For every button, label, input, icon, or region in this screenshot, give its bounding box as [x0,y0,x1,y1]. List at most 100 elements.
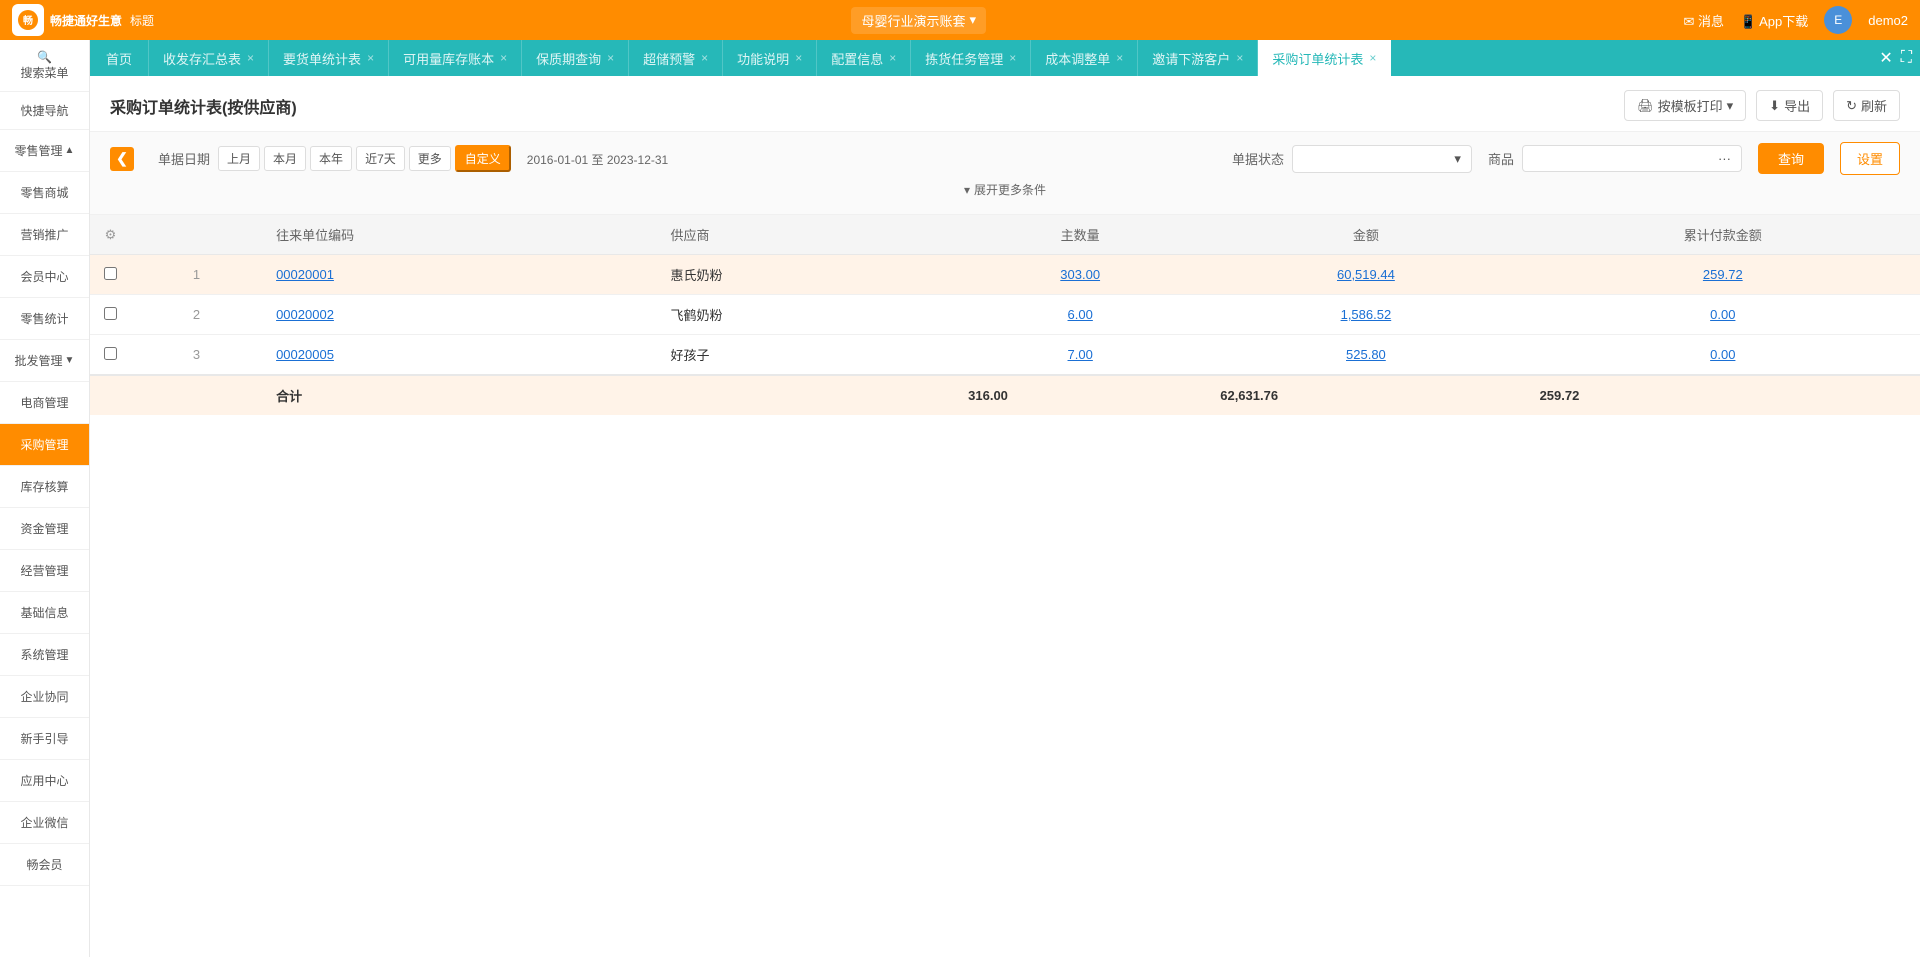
row-code-0[interactable]: 00020001 [262,255,656,295]
row-checkbox-1[interactable] [90,295,131,335]
username[interactable]: demo2 [1868,13,1908,28]
col-paid: 累计付款金额 [1526,215,1920,255]
query-button[interactable]: 查询 [1758,143,1824,174]
row-qty-1[interactable]: 6.00 [954,295,1206,335]
tab-yaohuo-close[interactable]: × [367,51,374,65]
download-icon: 📱 [1740,14,1756,29]
sidebar-item-enterprise-collab[interactable]: 企业协同 [0,676,89,718]
date-btn-more[interactable]: 更多 [409,146,451,171]
sidebar-item-member-center[interactable]: 会员中心 [0,256,89,298]
sidebar-purchase-mgmt-label: 采购管理 [20,438,68,452]
filter-settings-button[interactable]: 设置 [1840,142,1900,175]
app-download-link[interactable]: 📱 App下载 [1740,11,1808,30]
tab-chengben[interactable]: 成本调整单 × [1031,40,1138,76]
filter-area: ❮ 单据日期 上月 本月 本年 近7天 更多 自定义 [90,132,1920,215]
col-settings[interactable]: ⚙ [90,215,131,255]
col-supplier: 供应商 [656,215,954,255]
sidebar-item-wholesale-mgmt[interactable]: 批发管理 ▼ [0,340,89,382]
tab-peizhi[interactable]: 配置信息 × [817,40,911,76]
status-select[interactable]: ▾ [1292,145,1472,173]
sidebar-item-ops-mgmt[interactable]: 经营管理 [0,550,89,592]
tab-yaoqing[interactable]: 邀请下游客户 × [1138,40,1258,76]
filter-toggle-button[interactable]: ❮ [110,147,134,171]
row-checkbox-2[interactable] [90,335,131,376]
expand-more-label: 展开更多条件 [974,181,1046,198]
tab-kuyong[interactable]: 可用量库存账本 × [389,40,522,76]
tab-caigou-close[interactable]: × [1369,51,1376,65]
footer-empty [90,375,262,415]
row-amount-1[interactable]: 1,586.52 [1206,295,1525,335]
tab-kuyong-close[interactable]: × [500,51,507,65]
date-btn-this-year[interactable]: 本年 [310,146,352,171]
row-paid-1[interactable]: 0.00 [1526,295,1920,335]
row-code-2[interactable]: 00020005 [262,335,656,376]
tab-yaohuo[interactable]: 要货单统计表 × [269,40,389,76]
tab-maximize-icon[interactable]: ⛶ [1901,49,1912,67]
sidebar-item-retail-stats[interactable]: 零售统计 [0,298,89,340]
row-supplier-0: 惠氏奶粉 [656,255,954,295]
tab-shoudiao-close[interactable]: × [247,51,254,65]
row-amount-0[interactable]: 60,519.44 [1206,255,1525,295]
workspace-selector[interactable]: 母婴行业演示账套 ▾ [851,7,986,34]
tab-caigou[interactable]: 采购订单统计表 × [1258,40,1391,76]
row-qty-2[interactable]: 7.00 [954,335,1206,376]
top-bar-right: ✉ 消息 📱 App下载 E demo2 [1683,6,1908,34]
message-link[interactable]: ✉ 消息 [1683,11,1724,30]
top-bar-left: 畅 畅捷通好生意 标题 [12,4,154,36]
row-check-0[interactable] [104,267,117,280]
sidebar-item-vip-member[interactable]: 畅会员 [0,844,89,886]
sidebar-item-retail-mgmt[interactable]: 零售管理 ▲ [0,130,89,172]
sidebar-item-enterprise-wechat[interactable]: 企业微信 [0,802,89,844]
date-btn-this-month[interactable]: 本月 [264,146,306,171]
tab-home[interactable]: 首页 [90,40,149,76]
tab-close-all-icon[interactable]: ✕ [1879,48,1892,68]
sidebar-item-finance-mgmt[interactable]: 资金管理 [0,508,89,550]
sidebar-item-retail-mall[interactable]: 零售商城 [0,172,89,214]
row-check-1[interactable] [104,307,117,320]
tab-gongneng[interactable]: 功能说明 × [723,40,817,76]
row-paid-2[interactable]: 0.00 [1526,335,1920,376]
row-code-1[interactable]: 00020002 [262,295,656,335]
tab-gongneng-close[interactable]: × [795,51,802,65]
refresh-button[interactable]: ↻ 刷新 [1833,90,1900,121]
tab-jianhuo[interactable]: 拣货任务管理 × [911,40,1031,76]
sidebar-app-center-label: 应用中心 [20,774,68,788]
chevron-up-icon: ▲ [65,145,75,156]
tab-chachu-close[interactable]: × [701,51,708,65]
row-amount-2[interactable]: 525.80 [1206,335,1525,376]
row-qty-0[interactable]: 303.00 [954,255,1206,295]
sidebar-item-quick-nav[interactable]: 快捷导航 [0,92,89,130]
sidebar-item-new-guide[interactable]: 新手引导 [0,718,89,760]
row-paid-0[interactable]: 259.72 [1526,255,1920,295]
tab-baozhi-close[interactable]: × [607,51,614,65]
user-avatar[interactable]: E [1824,6,1852,34]
filter-goods-item: 商品 ··· [1488,145,1742,172]
export-button[interactable]: ⬇ 导出 [1756,90,1823,121]
sidebar-item-sys-mgmt[interactable]: 系统管理 [0,634,89,676]
row-checkbox-0[interactable] [90,255,131,295]
sidebar-item-purchase-mgmt[interactable]: 采购管理 [0,424,89,466]
tab-shoudiao[interactable]: 收发存汇总表 × [149,40,269,76]
goods-input[interactable]: ··· [1522,145,1742,172]
sidebar-item-basic-info[interactable]: 基础信息 [0,592,89,634]
tab-chachu[interactable]: 超储预警 × [629,40,723,76]
sidebar-item-search[interactable]: 🔍 搜索菜单 [0,40,89,92]
tab-jianhuo-close[interactable]: × [1009,51,1016,65]
date-btn-custom[interactable]: 自定义 [455,145,511,172]
sidebar-item-ecom-mgmt[interactable]: 电商管理 [0,382,89,424]
sidebar-item-marketing[interactable]: 营销推广 [0,214,89,256]
tab-peizhi-close[interactable]: × [889,51,896,65]
sidebar-item-app-center[interactable]: 应用中心 [0,760,89,802]
tab-yaoqing-close[interactable]: × [1236,51,1243,65]
sidebar-item-inventory-check[interactable]: 库存核算 [0,466,89,508]
date-btn-last-month[interactable]: 上月 [218,146,260,171]
tab-chengben-close[interactable]: × [1116,51,1123,65]
date-btn-7days[interactable]: 近7天 [356,146,405,171]
breadcrumb: 标题 [130,12,154,29]
row-check-2[interactable] [104,347,117,360]
expand-more-conditions[interactable]: ▾ 展开更多条件 [110,175,1900,204]
date-filter-label: 单据日期 [158,149,210,168]
export-icon: ⬇ [1769,98,1780,114]
print-button[interactable]: 🖨 按模板打印 ▾ [1624,90,1746,121]
tab-baozhi[interactable]: 保质期查询 × [522,40,629,76]
